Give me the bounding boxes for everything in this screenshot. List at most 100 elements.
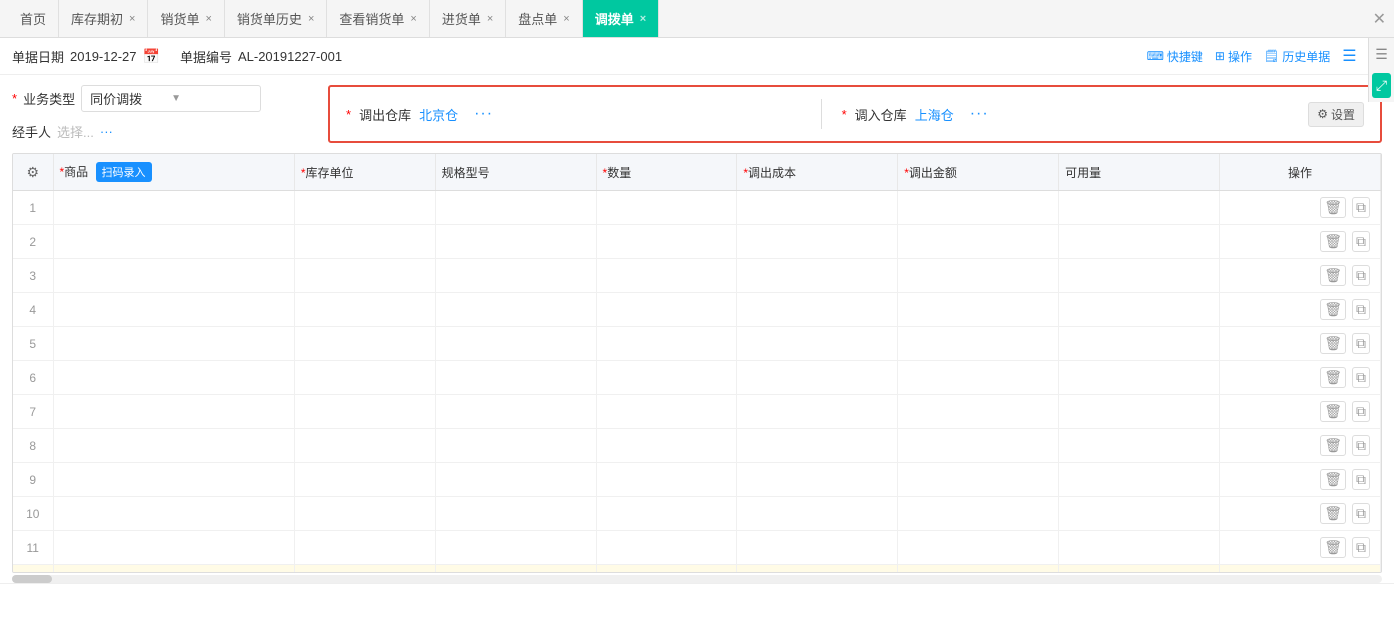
row-unit-1[interactable] xyxy=(294,191,435,225)
row-copy-4-icon[interactable]: ⧉ xyxy=(1352,299,1370,320)
row-qty-1[interactable] xyxy=(596,191,737,225)
tab-sales-order[interactable]: 销货单 × xyxy=(148,0,224,37)
row-product-11[interactable] xyxy=(53,531,294,565)
row-cost-7[interactable] xyxy=(737,395,898,429)
row-amount-4[interactable] xyxy=(898,293,1059,327)
row-copy-2-icon[interactable]: ⧉ xyxy=(1352,231,1370,252)
tab-inventory-check-close[interactable]: × xyxy=(563,13,569,25)
sidebar-expand-icon[interactable]: ⤢ xyxy=(1372,73,1391,98)
row-qty-6[interactable] xyxy=(596,361,737,395)
row-qty-11[interactable] xyxy=(596,531,737,565)
row-product-2[interactable] xyxy=(53,225,294,259)
row-qty-7[interactable] xyxy=(596,395,737,429)
row-copy-5-icon[interactable]: ⧉ xyxy=(1352,333,1370,354)
tab-sales-history-close[interactable]: × xyxy=(308,13,314,25)
row-unit-9[interactable] xyxy=(294,463,435,497)
sidebar-list-icon[interactable]: ☰ xyxy=(1371,42,1392,67)
row-delete-4-icon[interactable]: 🗑 xyxy=(1320,299,1346,320)
row-delete-3-icon[interactable]: 🗑 xyxy=(1320,265,1346,286)
transfer-in-value[interactable]: 上海仓 xyxy=(915,105,954,124)
column-settings-icon[interactable]: ⚙ xyxy=(26,164,39,180)
row-amount-5[interactable] xyxy=(898,327,1059,361)
row-delete-5-icon[interactable]: 🗑 xyxy=(1320,333,1346,354)
transfer-out-more-btn[interactable]: ··· xyxy=(474,105,493,123)
tab-sales-history[interactable]: 销货单历史 × xyxy=(225,0,327,37)
row-unit-5[interactable] xyxy=(294,327,435,361)
shortcuts-btn[interactable]: ⌨ 快捷键 xyxy=(1147,48,1203,65)
row-unit-7[interactable] xyxy=(294,395,435,429)
row-delete-1-icon[interactable]: 🗑 xyxy=(1320,197,1346,218)
row-delete-11-icon[interactable]: 🗑 xyxy=(1320,537,1346,558)
person-more-btn[interactable]: ··· xyxy=(100,124,113,139)
operations-btn[interactable]: ⊞ 操作 xyxy=(1215,48,1252,65)
row-delete-6-icon[interactable]: 🗑 xyxy=(1320,367,1346,388)
tab-purchase-close[interactable]: × xyxy=(487,13,493,25)
row-amount-6[interactable] xyxy=(898,361,1059,395)
row-qty-9[interactable] xyxy=(596,463,737,497)
scan-entry-button[interactable]: 扫码录入 xyxy=(96,162,152,182)
row-product-6[interactable] xyxy=(53,361,294,395)
person-input[interactable]: 选择... xyxy=(57,122,94,141)
row-spec-5[interactable] xyxy=(435,327,596,361)
row-amount-7[interactable] xyxy=(898,395,1059,429)
window-close-icon[interactable]: ✕ xyxy=(1373,9,1386,29)
row-spec-6[interactable] xyxy=(435,361,596,395)
row-copy-3-icon[interactable]: ⧉ xyxy=(1352,265,1370,286)
row-product-8[interactable] xyxy=(53,429,294,463)
row-cost-2[interactable] xyxy=(737,225,898,259)
transfer-in-more-btn[interactable]: ··· xyxy=(970,105,989,123)
row-amount-10[interactable] xyxy=(898,497,1059,531)
row-spec-10[interactable] xyxy=(435,497,596,531)
date-value[interactable]: 2019-12-27 xyxy=(70,49,137,64)
row-cost-3[interactable] xyxy=(737,259,898,293)
row-unit-6[interactable] xyxy=(294,361,435,395)
row-cost-5[interactable] xyxy=(737,327,898,361)
row-cost-4[interactable] xyxy=(737,293,898,327)
row-qty-5[interactable] xyxy=(596,327,737,361)
row-unit-11[interactable] xyxy=(294,531,435,565)
row-product-7[interactable] xyxy=(53,395,294,429)
row-copy-10-icon[interactable]: ⧉ xyxy=(1352,503,1370,524)
tab-sales-order-close[interactable]: × xyxy=(205,13,211,25)
row-delete-7-icon[interactable]: 🗑 xyxy=(1320,401,1346,422)
row-unit-10[interactable] xyxy=(294,497,435,531)
row-copy-7-icon[interactable]: ⧉ xyxy=(1352,401,1370,422)
row-amount-1[interactable] xyxy=(898,191,1059,225)
row-amount-8[interactable] xyxy=(898,429,1059,463)
row-spec-3[interactable] xyxy=(435,259,596,293)
row-unit-8[interactable] xyxy=(294,429,435,463)
tab-transfer-close[interactable]: × xyxy=(640,13,646,25)
row-spec-11[interactable] xyxy=(435,531,596,565)
row-copy-9-icon[interactable]: ⧉ xyxy=(1352,469,1370,490)
row-product-10[interactable] xyxy=(53,497,294,531)
row-amount-9[interactable] xyxy=(898,463,1059,497)
row-copy-1-icon[interactable]: ⧉ xyxy=(1352,197,1370,218)
row-spec-9[interactable] xyxy=(435,463,596,497)
row-cost-10[interactable] xyxy=(737,497,898,531)
tab-home[interactable]: 首页 xyxy=(8,0,59,37)
row-cost-6[interactable] xyxy=(737,361,898,395)
row-cost-8[interactable] xyxy=(737,429,898,463)
row-spec-4[interactable] xyxy=(435,293,596,327)
business-type-select[interactable]: 同价调拨 ▼ xyxy=(81,85,261,112)
row-spec-8[interactable] xyxy=(435,429,596,463)
settings-button[interactable]: ⚙ 设置 xyxy=(1308,102,1364,127)
row-unit-3[interactable] xyxy=(294,259,435,293)
calendar-icon[interactable]: 📅 xyxy=(143,48,160,65)
row-qty-2[interactable] xyxy=(596,225,737,259)
row-delete-2-icon[interactable]: 🗑 xyxy=(1320,231,1346,252)
row-spec-7[interactable] xyxy=(435,395,596,429)
row-copy-8-icon[interactable]: ⧉ xyxy=(1352,435,1370,456)
row-product-4[interactable] xyxy=(53,293,294,327)
row-amount-11[interactable] xyxy=(898,531,1059,565)
row-cost-1[interactable] xyxy=(737,191,898,225)
row-unit-2[interactable] xyxy=(294,225,435,259)
row-qty-4[interactable] xyxy=(596,293,737,327)
tab-inventory-init-close[interactable]: × xyxy=(129,13,135,25)
row-spec-1[interactable] xyxy=(435,191,596,225)
row-product-9[interactable] xyxy=(53,463,294,497)
row-qty-10[interactable] xyxy=(596,497,737,531)
row-product-5[interactable] xyxy=(53,327,294,361)
history-btn[interactable]: 🗒 历史单据 xyxy=(1264,48,1330,65)
layout-toggle-1[interactable]: ☰ xyxy=(1342,46,1356,66)
